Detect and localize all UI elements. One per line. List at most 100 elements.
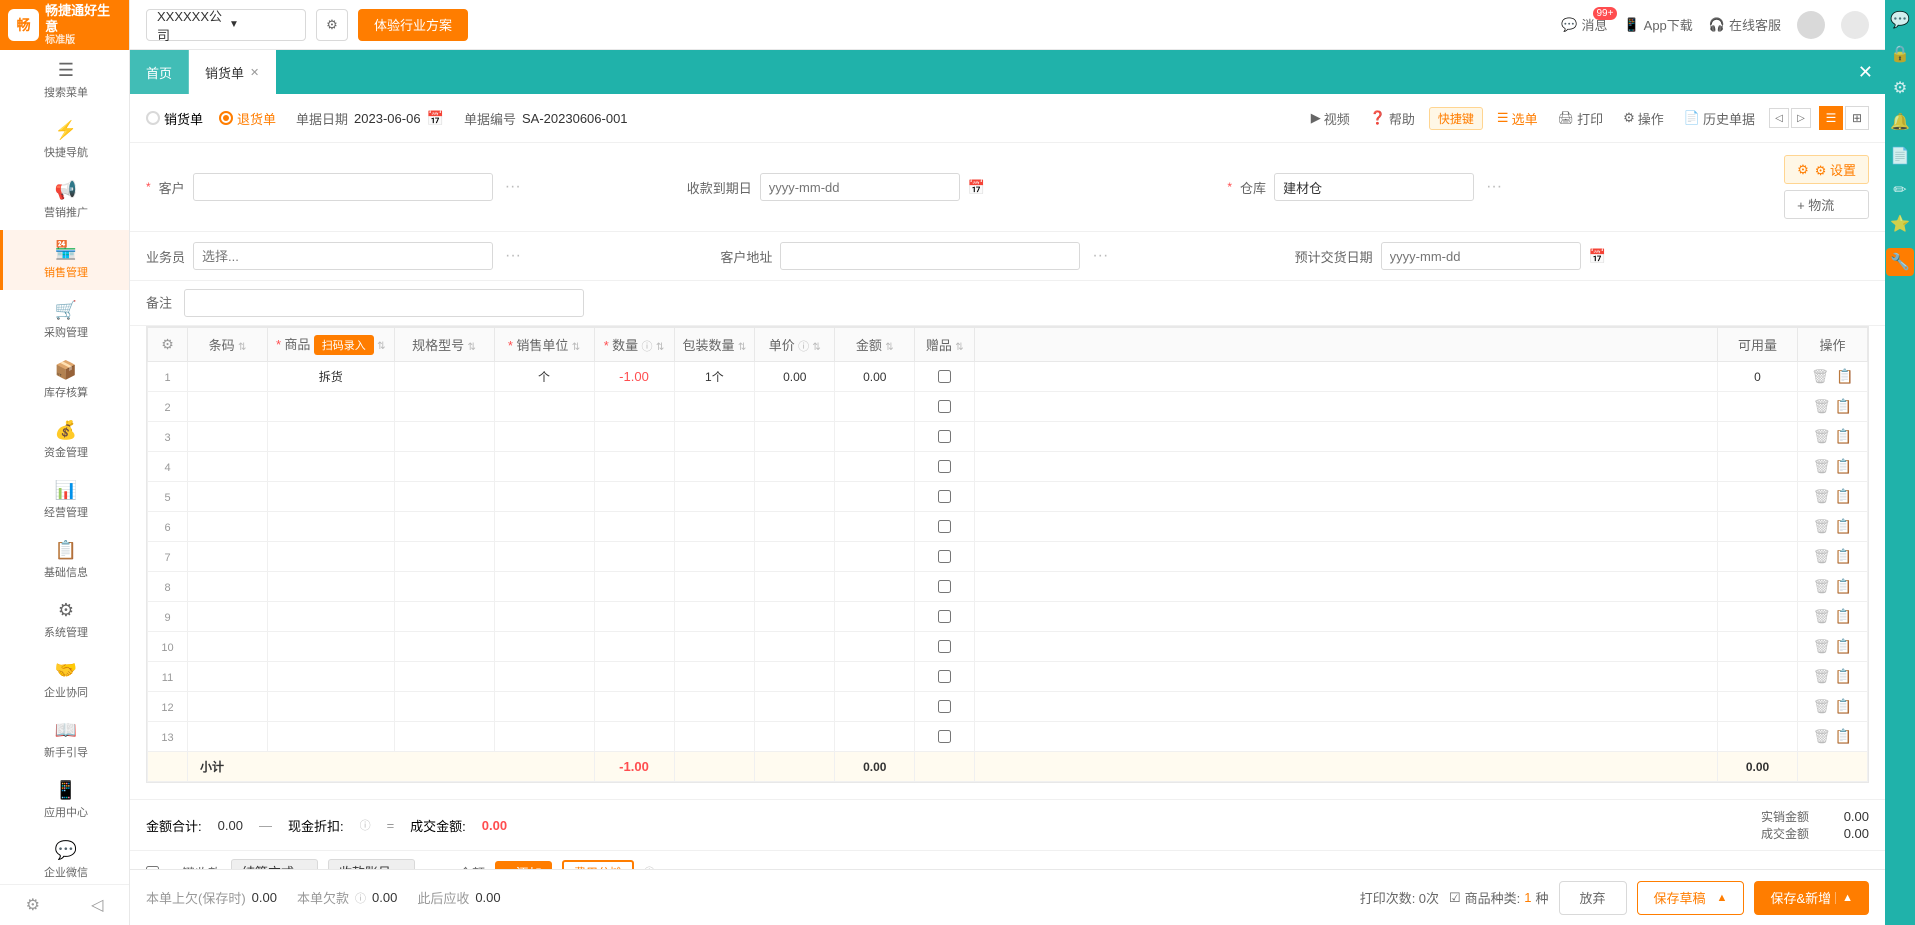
copy-icon[interactable]: 📋	[1833, 488, 1854, 504]
shortcut-button[interactable]: 快捷键	[1429, 107, 1483, 130]
copy-icon[interactable]: 📋	[1833, 728, 1854, 744]
add-payment-button[interactable]: ● 添加	[495, 861, 552, 870]
right-panel-chat-icon[interactable]: 💬	[1890, 10, 1910, 30]
delete-icon[interactable]: 🗑	[1811, 428, 1833, 444]
choose-button[interactable]: ☰ 选单	[1491, 109, 1544, 128]
delete-icon[interactable]: 🗑	[1811, 638, 1833, 654]
payment-method-select[interactable]: 结算方式	[231, 859, 318, 869]
gift-checkbox[interactable]	[938, 460, 951, 473]
sidebar-item-inventory[interactable]: 📦 库存核算	[0, 350, 129, 410]
sidebar-item-operations[interactable]: 📊 经营管理	[0, 470, 129, 530]
sidebar-item-app-center[interactable]: 📱 应用中心	[0, 770, 129, 830]
sidebar-item-marketing[interactable]: 📢 营销推广	[0, 170, 129, 230]
sidebar-item-basic-info[interactable]: 📋 基础信息	[0, 530, 129, 590]
discount-info-icon[interactable]: ⓘ	[360, 817, 371, 833]
settings-button[interactable]: ⚙ ⚙ 设置	[1784, 155, 1869, 184]
note-input[interactable]	[184, 289, 584, 317]
gift-checkbox[interactable]	[938, 580, 951, 593]
sales-order-radio[interactable]: 销货单	[146, 109, 203, 128]
logistics-button[interactable]: + 物流	[1784, 190, 1869, 219]
topbar-settings-button[interactable]: ⚙	[316, 9, 348, 41]
salesperson-more-icon[interactable]: ···	[501, 247, 525, 265]
qty-cell-1[interactable]: -1.00	[594, 362, 674, 392]
delete-icon[interactable]: 🗑	[1811, 518, 1833, 534]
pkg-qty-cell-1[interactable]: 1个	[674, 362, 755, 392]
delete-icon[interactable]: 🗑	[1811, 398, 1833, 414]
gift-checkbox[interactable]	[938, 520, 951, 533]
delete-icon[interactable]: 🗑	[1811, 668, 1833, 684]
gift-cell-1[interactable]	[915, 362, 975, 392]
gift-checkbox[interactable]	[938, 490, 951, 503]
gift-checkbox[interactable]	[938, 670, 951, 683]
save-draft-arrow-icon[interactable]: ▲	[1710, 892, 1728, 904]
warehouse-more-icon[interactable]: ···	[1482, 178, 1506, 196]
remark-cell-1[interactable]	[975, 362, 1718, 392]
copy-icon[interactable]: 📋	[1834, 368, 1855, 384]
scan-button[interactable]: 扫码录入	[314, 335, 374, 355]
grid-view-icon[interactable]: ⊞	[1845, 106, 1869, 130]
sidebar-item-finance[interactable]: 💰 资金管理	[0, 410, 129, 470]
right-panel-settings-icon[interactable]: ⚙	[1893, 78, 1907, 98]
gift-checkbox[interactable]	[938, 700, 951, 713]
amount-cell-1[interactable]: 0.00	[835, 362, 915, 392]
copy-icon[interactable]: 📋	[1833, 458, 1854, 474]
price-info-icon[interactable]: ⓘ	[798, 341, 809, 353]
sidebar-item-search[interactable]: ☰ 搜索菜单	[0, 50, 129, 110]
gift-checkbox[interactable]	[938, 610, 951, 623]
goods-type-checkbox[interactable]: ☑	[1449, 890, 1461, 906]
close-window-icon[interactable]: ✕	[1858, 62, 1873, 83]
payment-due-calendar-icon[interactable]: 📅	[968, 179, 985, 196]
gift-checkbox[interactable]	[938, 400, 951, 413]
unit-cell-1[interactable]: 个	[494, 362, 594, 392]
warehouse-input[interactable]	[1274, 173, 1474, 201]
print-button[interactable]: 🖨 打印	[1552, 109, 1610, 128]
right-panel-lock-icon[interactable]: 🔒	[1890, 44, 1910, 64]
delete-icon[interactable]: 🗑	[1811, 458, 1833, 474]
settings-bottom-icon[interactable]: ⚙	[26, 895, 40, 915]
sidebar-item-quick-nav[interactable]: ⚡ 快捷导航	[0, 110, 129, 170]
right-panel-bell-icon[interactable]: 🔔	[1890, 112, 1910, 132]
copy-icon[interactable]: 📋	[1833, 578, 1854, 594]
column-settings-icon[interactable]: ⚙	[161, 336, 174, 352]
delete-icon[interactable]: 🗑	[1811, 548, 1833, 564]
gift-checkbox[interactable]	[938, 550, 951, 563]
sidebar-item-purchase[interactable]: 🛒 采购管理	[0, 290, 129, 350]
abandon-button[interactable]: 放弃	[1559, 881, 1627, 915]
gift-checkbox-1[interactable]	[938, 370, 951, 383]
customer-address-more-icon[interactable]: ···	[1088, 247, 1112, 265]
save-draft-button[interactable]: 保存草稿 ▲	[1637, 881, 1745, 915]
operate-button[interactable]: ⚙ 操作	[1617, 109, 1670, 128]
copy-icon[interactable]: 📋	[1833, 398, 1854, 414]
payment-account-select[interactable]: 收款账号	[328, 859, 415, 869]
tab-sales-order[interactable]: 销货单 ✕	[189, 50, 276, 94]
expense-split-button[interactable]: 费用分摊	[562, 860, 634, 870]
sidebar-item-wechat[interactable]: 💬 企业微信	[0, 830, 129, 884]
delete-icon[interactable]: 🗑	[1811, 728, 1833, 744]
spec-cell-1[interactable]	[394, 362, 494, 392]
save-new-arrow-icon[interactable]: ▲	[1835, 892, 1853, 904]
sidebar-item-newbie[interactable]: 📖 新手引导	[0, 710, 129, 770]
video-button[interactable]: ▶ 视频	[1305, 109, 1356, 128]
right-panel-star-icon[interactable]: ⭐	[1890, 214, 1910, 234]
app-download-button[interactable]: 📱 App下载	[1623, 15, 1692, 34]
gift-checkbox[interactable]	[938, 640, 951, 653]
right-panel-edit-icon[interactable]: ✏	[1893, 180, 1906, 200]
delete-icon[interactable]: 🗑	[1809, 368, 1831, 384]
sidebar-item-enterprise[interactable]: 🤝 企业协同	[0, 650, 129, 710]
payment-due-input[interactable]	[760, 173, 960, 201]
tab-home[interactable]: 首页	[130, 50, 189, 94]
return-order-radio[interactable]: 退货单	[219, 109, 276, 128]
save-new-button[interactable]: 保存&新增 ▲	[1754, 881, 1869, 915]
sidebar-item-sales[interactable]: 🏪 销售管理	[0, 230, 129, 290]
copy-icon[interactable]: 📋	[1833, 668, 1854, 684]
copy-icon[interactable]: 📋	[1833, 698, 1854, 714]
sidebar-item-system[interactable]: ⚙ 系统管理	[0, 590, 129, 650]
customer-input[interactable]	[193, 173, 493, 201]
customer-address-input[interactable]	[780, 242, 1080, 270]
delete-icon[interactable]: 🗑	[1811, 698, 1833, 714]
product-cell-1[interactable]: 拆货	[268, 362, 395, 392]
close-icon[interactable]: ✕	[250, 66, 259, 79]
calendar-icon[interactable]: 📅	[427, 110, 444, 127]
online-service-button[interactable]: 🎧 在线客服	[1709, 15, 1781, 34]
delivery-calendar-icon[interactable]: 📅	[1589, 248, 1606, 265]
